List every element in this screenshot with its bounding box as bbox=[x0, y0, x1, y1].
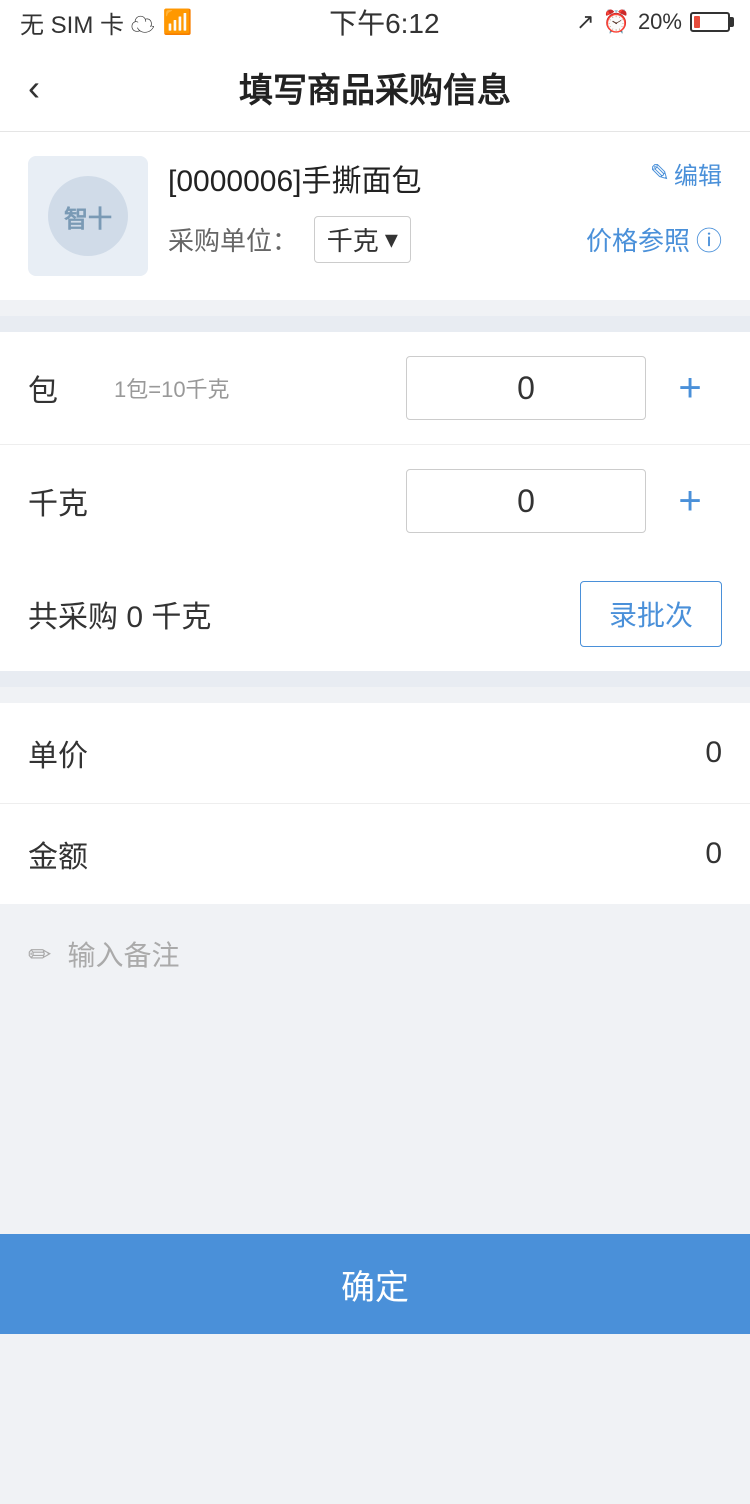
status-time: 下午6:12 bbox=[329, 2, 440, 42]
battery-percent: 20% bbox=[638, 9, 682, 35]
bag-input[interactable]: 0 bbox=[406, 356, 646, 420]
alarm-icon: ⏰ bbox=[603, 9, 630, 35]
unit-price-value: 0 bbox=[705, 736, 722, 770]
summary-row: 共采购 0 千克 录批次 bbox=[0, 557, 750, 671]
unit-price-label: 单价 bbox=[28, 731, 88, 775]
chevron-down-icon: ▾ bbox=[385, 224, 398, 255]
section-divider-2 bbox=[0, 671, 750, 687]
status-left: 无 SIM 卡 ☁ 📶 bbox=[20, 5, 193, 40]
kg-plus-button[interactable]: + bbox=[658, 469, 722, 533]
product-card: 智十 [0000006]手撕面包 ✎ 编辑 采购单位： 千克 ▾ bbox=[0, 132, 750, 300]
product-unit: 采购单位： 千克 ▾ 价格参照 ⓘ bbox=[168, 216, 722, 263]
product-info: [0000006]手撕面包 ✎ 编辑 采购单位： 千克 ▾ 价格参照 ⓘ bbox=[168, 156, 722, 263]
unit-price-row: 单价 0 bbox=[0, 703, 750, 804]
amount-row: 金额 0 bbox=[0, 804, 750, 904]
summary-text: 共采购 0 千克 bbox=[28, 592, 211, 636]
bag-plus-button[interactable]: + bbox=[658, 356, 722, 420]
price-ref-button[interactable]: 价格参照 ⓘ bbox=[586, 221, 722, 258]
page-title: 填写商品采购信息 bbox=[239, 63, 511, 112]
unit-select[interactable]: 千克 ▾ bbox=[314, 216, 411, 263]
bag-sublabel: 1包=10千克 bbox=[114, 372, 230, 404]
info-icon: ⓘ bbox=[696, 221, 722, 258]
product-header: [0000006]手撕面包 ✎ 编辑 bbox=[168, 156, 722, 200]
confirm-button[interactable]: 确定 bbox=[0, 1234, 750, 1334]
battery-fill bbox=[694, 16, 700, 28]
status-bar: 无 SIM 卡 ☁ 📶 下午6:12 ↗ ⏰ 20% bbox=[0, 0, 750, 44]
product-image: 智十 bbox=[28, 156, 148, 276]
price-ref-label: 价格参照 bbox=[586, 221, 690, 258]
unit-info: 采购单位： 千克 ▾ bbox=[168, 216, 411, 263]
unit-value: 千克 bbox=[327, 221, 379, 258]
wifi-icon: 📶 bbox=[163, 8, 193, 37]
edit-label: 编辑 bbox=[674, 156, 722, 191]
remark-area[interactable]: ✏ 输入备注 bbox=[0, 904, 750, 1004]
status-right: ↗ ⏰ 20% bbox=[576, 9, 730, 35]
kg-label: 千克 bbox=[28, 479, 108, 523]
input-section: 包 1包=10千克 0 + 千克 0 + bbox=[0, 332, 750, 557]
edit-icon: ✎ bbox=[650, 159, 670, 188]
bag-input-row: 包 1包=10千克 0 + bbox=[0, 332, 750, 445]
price-section: 单价 0 金额 0 bbox=[0, 703, 750, 904]
amount-value: 0 bbox=[705, 837, 722, 871]
product-name: [0000006]手撕面包 bbox=[168, 156, 421, 200]
remark-placeholder: 输入备注 bbox=[67, 934, 179, 974]
empty-space bbox=[0, 1004, 750, 1404]
section-divider-1 bbox=[0, 316, 750, 332]
kg-input-row: 千克 0 + bbox=[0, 445, 750, 557]
battery-icon bbox=[690, 12, 730, 32]
sim-label: 无 SIM 卡 ☁ bbox=[20, 5, 155, 40]
location-icon: ↗ bbox=[576, 9, 594, 35]
confirm-label: 确定 bbox=[341, 1260, 409, 1309]
edit-button[interactable]: ✎ 编辑 bbox=[650, 156, 722, 191]
pencil-icon: ✏ bbox=[28, 938, 51, 971]
nav-bar: ‹ 填写商品采购信息 bbox=[0, 44, 750, 132]
bag-label: 包 bbox=[28, 366, 108, 410]
back-button[interactable]: ‹ bbox=[28, 67, 40, 109]
kg-input[interactable]: 0 bbox=[406, 469, 646, 533]
batch-button[interactable]: 录批次 bbox=[580, 581, 722, 647]
product-logo: 智十 bbox=[48, 176, 128, 256]
kg-field-wrap: 0 + bbox=[108, 469, 722, 533]
amount-label: 金额 bbox=[28, 832, 88, 876]
bag-field-wrap: 0 + bbox=[230, 356, 722, 420]
unit-label: 采购单位： bbox=[168, 226, 298, 256]
